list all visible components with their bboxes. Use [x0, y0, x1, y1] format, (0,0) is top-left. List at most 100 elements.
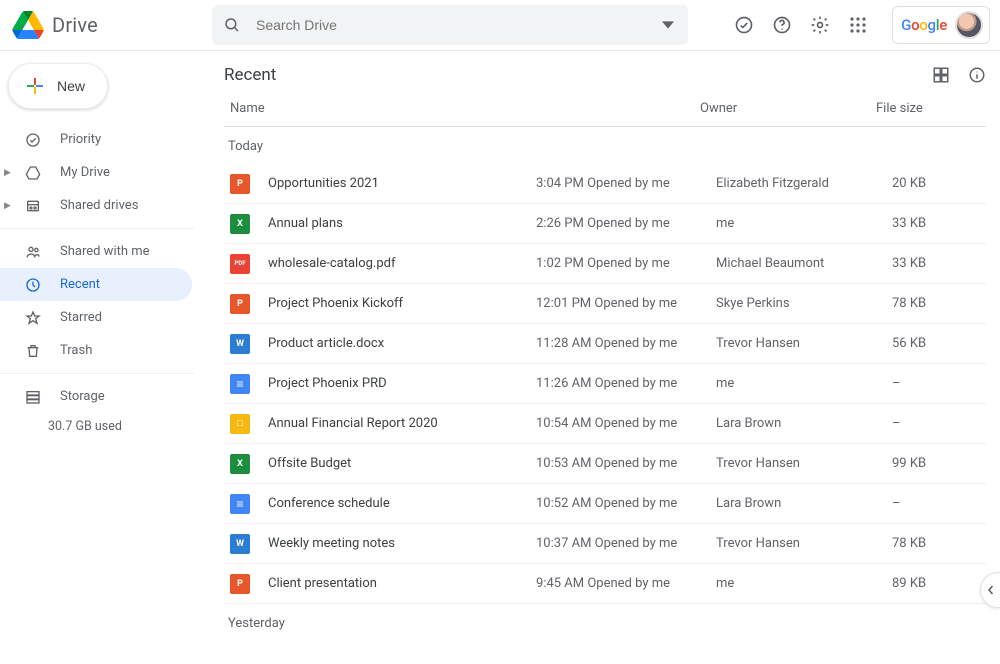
file-row[interactable]: Project Phoenix PRD11:26 AM Opened by me…	[224, 364, 986, 404]
search-input[interactable]	[256, 17, 656, 33]
sheet-file-icon	[230, 214, 250, 234]
file-owner: Trevor Hansen	[716, 336, 892, 351]
file-row[interactable]: Product article.docx11:28 AM Opened by m…	[224, 324, 986, 364]
star-icon	[24, 310, 42, 326]
account-chip[interactable]: Google	[892, 6, 990, 44]
file-time: 10:53 AM Opened by me	[536, 456, 716, 471]
drive-logo-icon	[12, 11, 44, 39]
file-owner: me	[716, 576, 892, 591]
settings-gear-icon[interactable]	[808, 13, 832, 37]
pdf-file-icon	[230, 254, 250, 274]
sidebar-label: Trash	[60, 343, 92, 358]
expand-chevron-icon[interactable]: ▶	[4, 168, 11, 178]
file-owner: me	[716, 216, 892, 231]
new-button[interactable]: New	[8, 63, 108, 109]
mydrive-icon	[24, 165, 42, 181]
sidebar-label: Priority	[60, 132, 101, 147]
file-row[interactable]: Client presentation9:45 AM Opened by mem…	[224, 564, 986, 604]
sidebar-item-trash[interactable]: Trash	[0, 334, 192, 367]
shareddrives-icon	[24, 198, 42, 214]
file-row[interactable]: Conference schedule10:52 AM Opened by me…	[224, 484, 986, 524]
col-size[interactable]: File size	[876, 101, 986, 116]
col-name[interactable]: Name	[230, 101, 520, 116]
sidebar-label: Shared drives	[60, 198, 138, 213]
column-headers: Name Owner File size	[224, 93, 986, 127]
file-row[interactable]: Project Phoenix Kickoff12:01 PM Opened b…	[224, 284, 986, 324]
sidebar-item-my-drive[interactable]: ▶ My Drive	[0, 156, 192, 189]
file-owner: Michael Beaumont	[716, 256, 892, 271]
file-size: 78 KB	[892, 296, 986, 311]
file-owner: Lara Brown	[716, 416, 892, 431]
col-owner[interactable]: Owner	[700, 101, 876, 116]
file-time: 11:28 AM Opened by me	[536, 336, 716, 351]
ppt-file-icon	[230, 574, 250, 594]
file-time: 10:52 AM Opened by me	[536, 496, 716, 511]
file-name: Conference schedule	[268, 496, 536, 511]
logo-area[interactable]: Drive	[12, 11, 212, 39]
expand-chevron-icon[interactable]: ▶	[4, 201, 11, 211]
grid-view-icon[interactable]	[932, 66, 950, 84]
file-owner: me	[716, 376, 892, 391]
user-avatar[interactable]	[955, 11, 983, 39]
ppt-file-icon	[230, 174, 250, 194]
sidebar-item-storage[interactable]: Storage	[0, 380, 192, 413]
file-row[interactable]: Annual plans2:26 PM Opened by meme33 KB	[224, 204, 986, 244]
file-row[interactable]: wholesale-catalog.pdf1:02 PM Opened by m…	[224, 244, 986, 284]
ready-offline-icon[interactable]	[732, 13, 756, 37]
ppt-file-icon	[230, 294, 250, 314]
file-owner: Lara Brown	[716, 496, 892, 511]
details-info-icon[interactable]	[968, 66, 986, 84]
file-size: –	[892, 496, 986, 511]
recent-icon	[24, 277, 42, 293]
apps-grid-icon[interactable]	[846, 13, 870, 37]
search-icon[interactable]	[220, 13, 244, 37]
sidebar-item-shared-drives[interactable]: ▶ Shared drives	[0, 189, 192, 222]
new-button-label: New	[57, 78, 85, 94]
sidebar-label: Starred	[60, 310, 102, 325]
file-row[interactable]: Weekly meeting notes10:37 AM Opened by m…	[224, 524, 986, 564]
file-owner: Elizabeth Fitzgerald	[716, 176, 892, 191]
word-file-icon	[230, 334, 250, 354]
file-owner: Trevor Hansen	[716, 456, 892, 471]
file-size: 78 KB	[892, 536, 986, 551]
word-file-icon	[230, 534, 250, 554]
file-size: 89 KB	[892, 576, 986, 591]
file-name: wholesale-catalog.pdf	[268, 256, 536, 271]
file-size: 56 KB	[892, 336, 986, 351]
file-size: –	[892, 376, 986, 391]
file-time: 12:01 PM Opened by me	[536, 296, 716, 311]
file-time: 1:02 PM Opened by me	[536, 256, 716, 271]
storage-used-text: 30.7 GB used	[0, 419, 210, 434]
file-time: 11:26 AM Opened by me	[536, 376, 716, 391]
file-name: Annual plans	[268, 216, 536, 231]
file-name: Product article.docx	[268, 336, 536, 351]
file-time: 3:04 PM Opened by me	[536, 176, 716, 191]
sidebar: New Priority ▶ My Drive ▶ Shared drives Shar…	[0, 51, 210, 663]
file-row[interactable]: Offsite Budget10:53 AM Opened by meTrevo…	[224, 444, 986, 484]
file-name: Project Phoenix Kickoff	[268, 296, 536, 311]
sidebar-label: My Drive	[60, 165, 110, 180]
sidebar-item-shared-with-me[interactable]: Shared with me	[0, 235, 192, 268]
file-row[interactable]: Opportunities 20213:04 PM Opened by meEl…	[224, 164, 986, 204]
search-options-dropdown-icon[interactable]	[656, 13, 680, 37]
doc-file-icon	[230, 494, 250, 514]
file-size: 33 KB	[892, 216, 986, 231]
sidebar-item-starred[interactable]: Starred	[0, 301, 192, 334]
section-label: Yesterday	[224, 604, 986, 641]
file-row[interactable]: Annual Financial Report 202010:54 AM Ope…	[224, 404, 986, 444]
file-owner: Skye Perkins	[716, 296, 892, 311]
file-name: Offsite Budget	[268, 456, 536, 471]
shared-icon	[24, 244, 42, 260]
sidebar-item-priority[interactable]: Priority	[0, 123, 192, 156]
header-actions: Google	[732, 6, 990, 44]
sidebar-item-recent[interactable]: Recent	[0, 268, 192, 301]
file-size: 33 KB	[892, 256, 986, 271]
search-bar[interactable]	[212, 5, 688, 45]
doc-file-icon	[230, 374, 250, 394]
file-size: 99 KB	[892, 456, 986, 471]
file-time: 10:54 AM Opened by me	[536, 416, 716, 431]
help-icon[interactable]	[770, 13, 794, 37]
priority-icon	[24, 132, 42, 148]
file-time: 9:45 AM Opened by me	[536, 576, 716, 591]
file-name: Opportunities 2021	[268, 176, 536, 191]
